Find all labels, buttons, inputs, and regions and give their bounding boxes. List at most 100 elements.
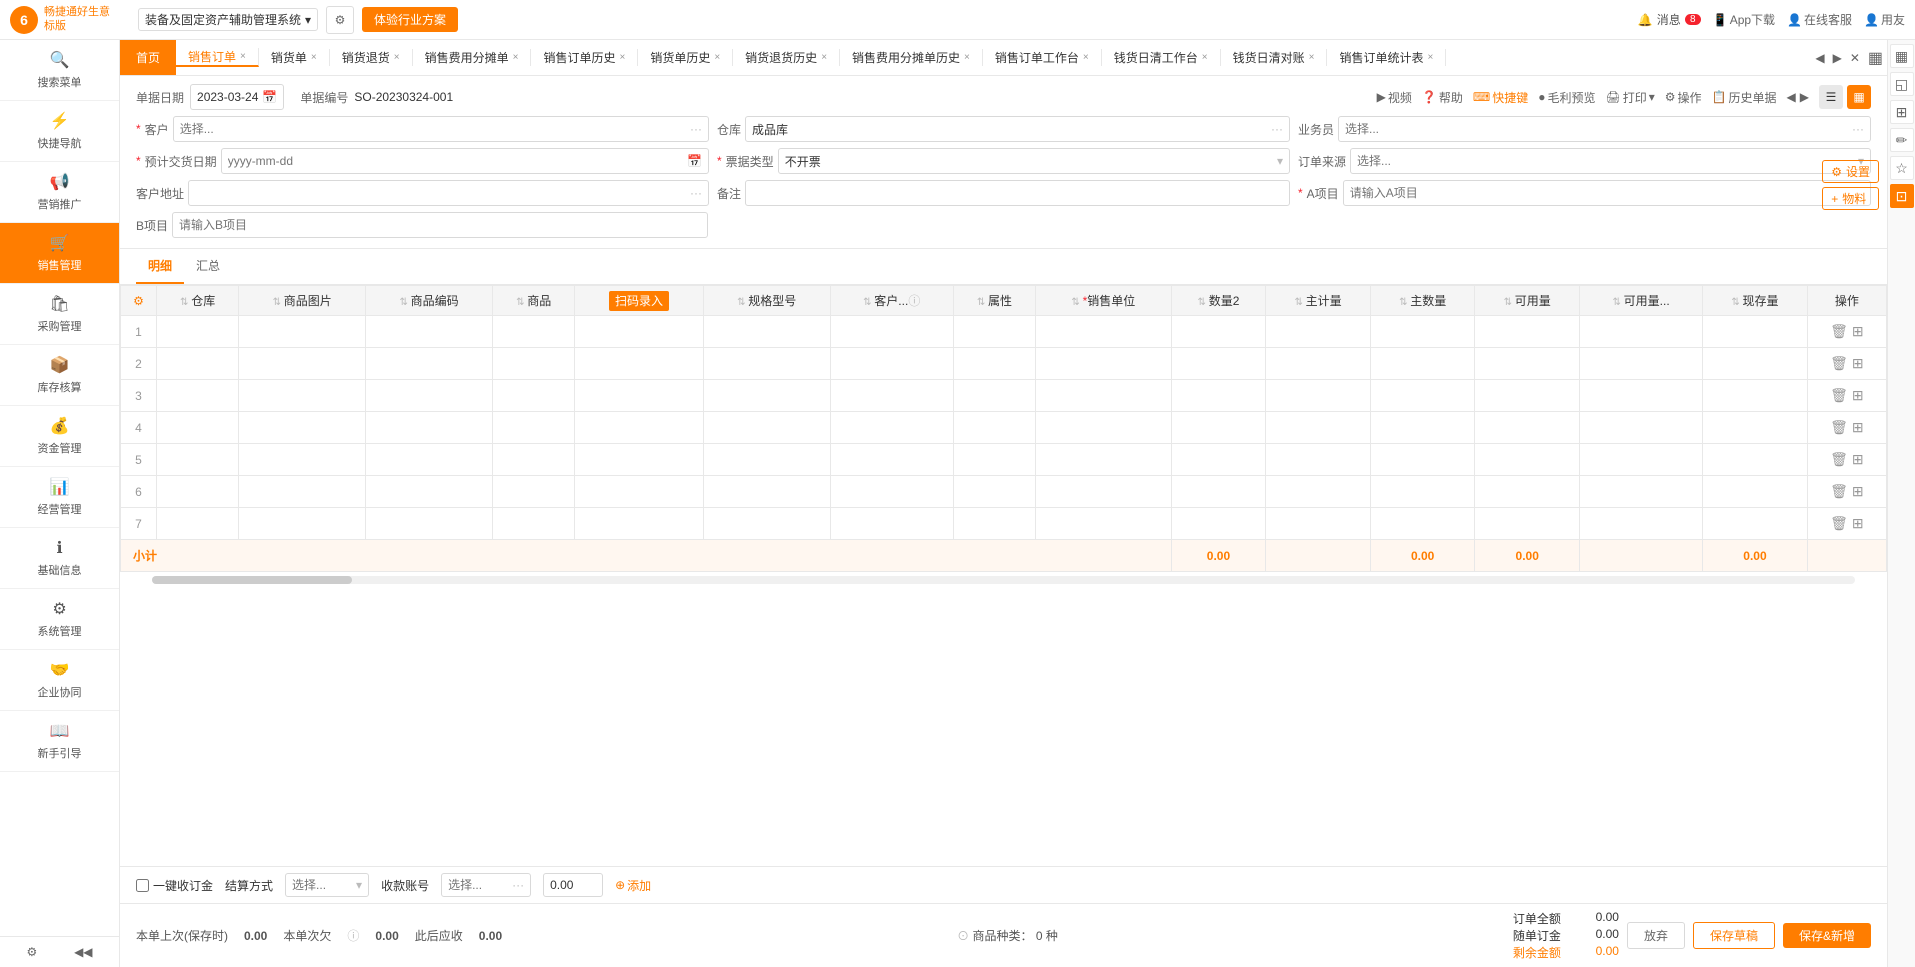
tab-nav-next[interactable]: ▶ [1829, 51, 1846, 65]
sidebar-settings-icon[interactable]: ⚙ [26, 945, 37, 959]
tab-detail[interactable]: 明细 [136, 249, 184, 284]
tab-expand-icon[interactable]: ▦ [1864, 48, 1887, 68]
sidebar-item-basic-info[interactable]: ℹ 基础信息 [0, 528, 119, 589]
save-new-button[interactable]: 保存&新增 [1783, 923, 1871, 948]
tab-order-workbench[interactable]: 销售订单工作台 × [983, 49, 1102, 66]
discard-button[interactable]: 放弃 [1627, 922, 1685, 949]
staff-text-input[interactable] [1345, 122, 1848, 136]
sort-icon[interactable]: ⇅ [1071, 297, 1082, 308]
tab-split-history[interactable]: 销售费用分摊单历史 × [840, 49, 983, 66]
next-record-btn[interactable]: ▶ [1800, 90, 1809, 104]
list-view-btn[interactable]: ☰ [1819, 85, 1843, 109]
scan-btn[interactable]: 扫码录入 [609, 291, 669, 311]
help-btn[interactable]: ❓ 帮助 [1422, 89, 1463, 106]
notes-text-input[interactable] [752, 186, 1283, 200]
add-material-btn[interactable]: + 物料 [1822, 187, 1879, 210]
bill-date-input-wrap[interactable]: 2023-03-24 📅 [190, 84, 284, 110]
tab-daily-reconcile[interactable]: 钱货日清对账 × [1221, 49, 1328, 66]
sidebar-item-purchase[interactable]: 🛍 采购管理 [0, 284, 119, 345]
close-icon[interactable]: × [1309, 52, 1315, 63]
close-icon[interactable]: × [240, 51, 246, 62]
address-more-btn[interactable]: ··· [690, 186, 702, 200]
tab-sales-order-history[interactable]: 销售订单历史 × [531, 49, 638, 66]
scroll-thumb[interactable] [152, 576, 352, 584]
copy-row-btn[interactable]: ⊞ [1852, 419, 1864, 436]
copy-row-btn[interactable]: ⊞ [1852, 483, 1864, 500]
order-source-input[interactable] [1357, 154, 1854, 168]
sidebar-collapse-icon[interactable]: ◀◀ [74, 945, 92, 959]
tab-home[interactable]: 首页 [120, 40, 176, 75]
close-icon[interactable]: × [1083, 52, 1089, 63]
app-download-link[interactable]: 📱 App下载 [1713, 11, 1775, 28]
customer-text-input[interactable] [180, 122, 690, 136]
close-icon[interactable]: × [311, 52, 317, 63]
copy-row-btn[interactable]: ⊞ [1852, 451, 1864, 468]
close-icon[interactable]: × [964, 52, 970, 63]
b-project-text-input[interactable] [179, 218, 701, 232]
sidebar-item-quicknav[interactable]: ⚡ 快捷导航 [0, 101, 119, 162]
sidebar-item-enterprise[interactable]: 🤝 企业协同 [0, 650, 119, 711]
add-payment-btn[interactable]: ⊕ 添加 [615, 877, 651, 894]
online-support-link[interactable]: 👤 在线客服 [1787, 11, 1852, 28]
operations-btn[interactable]: ⚙ 操作 [1665, 89, 1702, 106]
invoice-dropdown-icon[interactable]: ▾ [1277, 154, 1283, 168]
history-bills-btn[interactable]: 📋 历史单据 [1712, 89, 1777, 106]
shortcut-btn[interactable]: ⌨ 快捷键 [1473, 89, 1528, 106]
tab-goods-history[interactable]: 销货单历史 × [638, 49, 733, 66]
sidebar-item-marketing[interactable]: 📢 营销推广 [0, 162, 119, 223]
sort-icon[interactable]: ⇅ [400, 297, 411, 308]
prev-record-btn[interactable]: ◀ [1787, 90, 1796, 104]
address-input[interactable]: ··· [188, 180, 709, 206]
sidebar-item-inventory[interactable]: 📦 库存核算 [0, 345, 119, 406]
sidebar-item-operations[interactable]: 📊 经营管理 [0, 467, 119, 528]
receipt-no-input[interactable] [448, 878, 508, 892]
sort-icon[interactable]: ⇅ [180, 297, 191, 308]
delete-row-btn[interactable]: 🗑 [1830, 323, 1848, 340]
sort-icon[interactable]: ⇅ [516, 297, 527, 308]
delete-row-btn[interactable]: 🗑 [1830, 451, 1848, 468]
calendar-icon[interactable]: 📅 [262, 90, 277, 104]
staff-input[interactable]: ··· [1338, 116, 1871, 142]
product-count-icon[interactable]: ⊙ [957, 929, 969, 943]
right-tool-star[interactable]: ☆ [1890, 156, 1914, 180]
right-tool-config[interactable]: ✏ [1890, 128, 1914, 152]
a-project-input[interactable] [1343, 180, 1871, 206]
copy-row-btn[interactable]: ⊞ [1852, 323, 1864, 340]
invoice-type-select[interactable]: 不开票 ▾ [778, 148, 1290, 174]
notes-input[interactable] [745, 180, 1290, 206]
system-title-dropdown[interactable]: 装备及固定资产辅助管理系统 ▾ [138, 8, 318, 31]
notification-area[interactable]: 🔔 消息 8 [1638, 11, 1701, 28]
profit-preview-btn[interactable]: ● 毛利预览 [1538, 89, 1595, 106]
close-icon[interactable]: × [1427, 52, 1433, 63]
sort-icon[interactable]: ⇅ [737, 297, 748, 308]
staff-more-btn[interactable]: ··· [1852, 122, 1864, 136]
a-project-text-input[interactable] [1350, 186, 1864, 200]
close-icon[interactable]: × [394, 52, 400, 63]
tab-summary[interactable]: 汇总 [184, 249, 232, 284]
save-draft-button[interactable]: 保存草稿 [1693, 922, 1775, 949]
close-icon[interactable]: × [513, 52, 519, 63]
settlement-select[interactable]: ▾ [285, 873, 369, 897]
sidebar-item-guide[interactable]: 📖 新手引导 [0, 711, 119, 772]
sidebar-item-system[interactable]: ⚙ 系统管理 [0, 589, 119, 650]
settings-panel-btn[interactable]: ⚙ 设置 [1822, 160, 1879, 183]
right-tool-grid[interactable]: ▦ [1890, 44, 1914, 68]
info-icon[interactable]: ⓘ [908, 294, 920, 308]
copy-row-btn[interactable]: ⊞ [1852, 515, 1864, 532]
copy-row-btn[interactable]: ⊞ [1852, 387, 1864, 404]
sort-icon[interactable]: ⇅ [1504, 297, 1515, 308]
tab-return-history[interactable]: 销货退货历史 × [733, 49, 840, 66]
tab-close-all[interactable]: ✕ [1846, 51, 1864, 65]
one-key-deposit-input[interactable] [136, 879, 149, 892]
industry-plan-button[interactable]: 体验行业方案 [362, 7, 458, 32]
close-icon[interactable]: × [619, 52, 625, 63]
tab-sales-order[interactable]: 销售订单 × [176, 48, 259, 67]
delete-row-btn[interactable]: 🗑 [1830, 483, 1848, 500]
tab-sales-return[interactable]: 销货退货 × [330, 49, 413, 66]
h-scrollbar[interactable] [152, 576, 1855, 584]
view-video-btn[interactable]: ▶ 视频 [1377, 89, 1412, 106]
tab-sales-goods[interactable]: 销货单 × [259, 49, 330, 66]
sidebar-item-sales[interactable]: 🛒 销售管理 [0, 223, 119, 284]
delivery-date-text-input[interactable] [228, 154, 683, 168]
customer-more-btn[interactable]: ··· [690, 122, 702, 136]
